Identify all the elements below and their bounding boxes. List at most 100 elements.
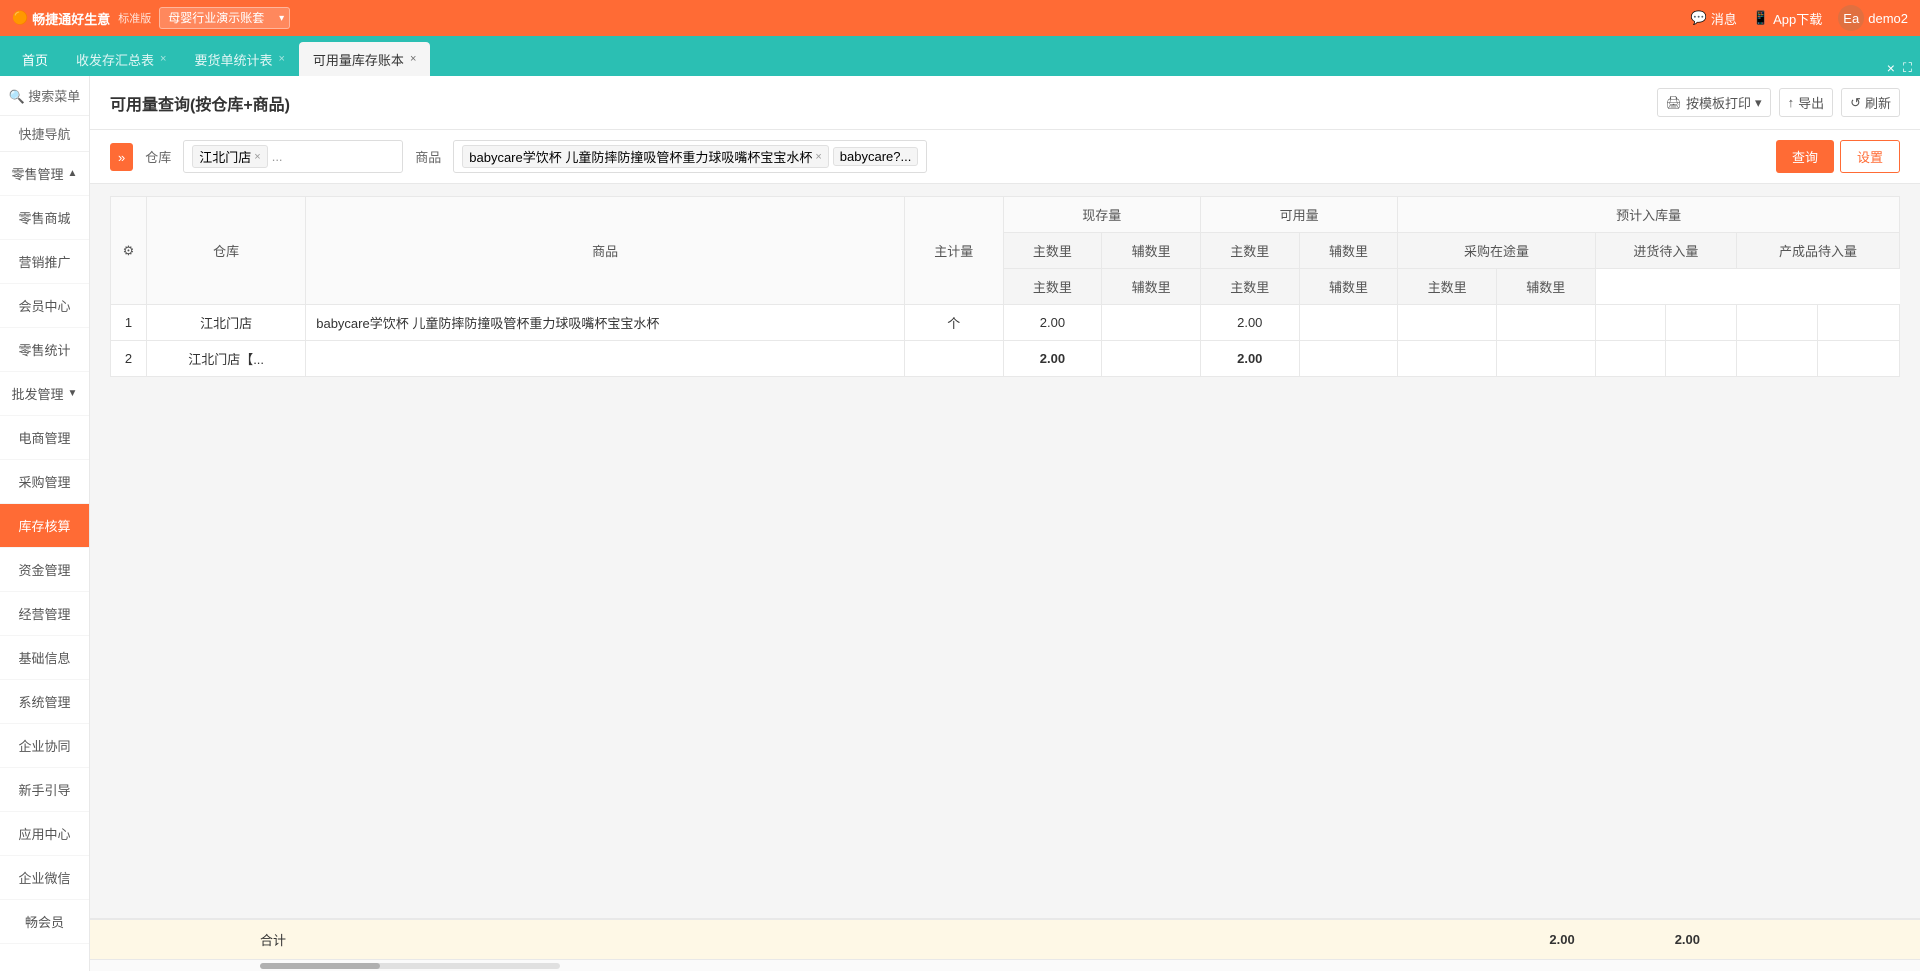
refresh-button[interactable]: ↺ 刷新 xyxy=(1841,88,1900,117)
filter-row: 仓库 江北门店 × ... 商品 babycare学饮杯 儿童防摔防撞吸管杯重力… xyxy=(145,140,1764,173)
close-tab-shoufacun[interactable]: × xyxy=(160,53,166,65)
avatar-initials: Ea xyxy=(1843,11,1859,26)
sidebar-item-basic[interactable]: 基础信息 xyxy=(0,636,89,680)
row2-pur-transit-main xyxy=(1398,341,1497,377)
export-button[interactable]: ↑ 导出 xyxy=(1779,88,1834,117)
sidebar-item-inventory-label: 库存核算 xyxy=(18,516,70,535)
export-label: 导出 xyxy=(1798,93,1824,112)
row1-prod-pend-aux xyxy=(1818,305,1900,341)
filter-actions: 查询 设置 xyxy=(1776,140,1900,173)
sidebar-item-finance-label: 资金管理 xyxy=(18,560,70,579)
warehouse-tag-value: 江北门店 xyxy=(199,147,251,166)
download-btn[interactable]: 📱 App下载 xyxy=(1753,9,1822,28)
sidebar-item-inventory[interactable]: 库存核算 xyxy=(0,504,89,548)
tab-shoufacun-label: 收发存汇总表 xyxy=(76,50,154,69)
sidebar-search-label: 搜索菜单 xyxy=(28,89,80,104)
row2-pur-pend-aux xyxy=(1666,341,1737,377)
row2-prod-pend-main xyxy=(1737,341,1818,377)
warehouse-more-dots[interactable]: ... xyxy=(272,149,283,164)
warehouse-tag-remove[interactable]: × xyxy=(254,151,260,163)
chevron-down-icon: ▲ xyxy=(68,168,78,179)
tab-home[interactable]: 首页 xyxy=(8,42,62,76)
filter-expand-button[interactable]: » xyxy=(110,143,133,171)
sidebar-item-basic-label: 基础信息 xyxy=(18,648,70,667)
sidebar-item-member-label: 会员中心 xyxy=(18,296,70,315)
col-pur-pend-aux-header: 辅数里 xyxy=(1299,269,1398,305)
user-profile[interactable]: Ea demo2 xyxy=(1838,5,1908,31)
data-table: ⚙ 仓库 商品 主计量 现存量 xyxy=(110,196,1900,377)
row2-stock-aux xyxy=(1102,341,1201,377)
sidebar-item-collab[interactable]: 企业协同 xyxy=(0,724,89,768)
export-icon: ↑ xyxy=(1788,95,1795,110)
sidebar-quick-nav[interactable]: 快捷导航 xyxy=(0,116,89,152)
sidebar-item-member[interactable]: 会员中心 xyxy=(0,284,89,328)
query-label: 查询 xyxy=(1792,150,1818,165)
sidebar-item-zero-stats[interactable]: 零售统计 xyxy=(0,328,89,372)
tab-keyongliang[interactable]: 可用量库存账本 × xyxy=(299,42,430,76)
row2-avail-aux xyxy=(1299,341,1398,377)
sidebar-item-operations[interactable]: 经营管理 xyxy=(0,592,89,636)
close-all-icon[interactable]: × xyxy=(1887,60,1895,76)
scroll-track[interactable] xyxy=(260,963,560,969)
col-forecast-header: 预计入库量 xyxy=(1398,197,1900,233)
sidebar-item-ecommerce-label: 电商管理 xyxy=(18,428,70,447)
sidebar-item-system-label: 系统管理 xyxy=(18,692,70,711)
sidebar-search[interactable]: 🔍 搜索菜单 xyxy=(0,76,89,116)
col-prod-pend-aux-header: 辅数里 xyxy=(1496,269,1595,305)
sidebar-quicknav-label: 快捷导航 xyxy=(18,127,70,142)
warehouse-filter-label: 仓库 xyxy=(145,147,171,166)
row1-product: babycare学饮杯 儿童防摔防撞吸管杯重力球吸嘴杯宝宝水杯 xyxy=(306,305,905,341)
col-settings-header[interactable]: ⚙ xyxy=(111,197,147,305)
row2-stock-main: 2.00 xyxy=(1003,341,1102,377)
message-btn[interactable]: 💬 消息 xyxy=(1691,9,1737,28)
sidebar-item-vip[interactable]: 畅会员 xyxy=(0,900,89,944)
sidebar-item-zero-retail[interactable]: 零售管理 ▲ xyxy=(0,152,89,196)
sidebar-item-wholesale[interactable]: 批发管理 ▼ xyxy=(0,372,89,416)
sidebar-item-guide[interactable]: 新手引导 xyxy=(0,768,89,812)
sidebar-item-ecommerce[interactable]: 电商管理 xyxy=(0,416,89,460)
sidebar-item-system[interactable]: 系统管理 xyxy=(0,680,89,724)
row2-unit xyxy=(904,341,1003,377)
row2-warehouse: 江北门店【... xyxy=(147,341,306,377)
sidebar-item-wechat-label: 企业微信 xyxy=(18,868,70,887)
account-selector[interactable]: 母婴行业演示账套 xyxy=(159,7,290,29)
nav-tabs: 首页 收发存汇总表 × 要货单统计表 × 可用量库存账本 × × ⛶ xyxy=(0,36,1920,76)
settings-label: 设置 xyxy=(1857,150,1883,165)
product-tag-1-remove[interactable]: × xyxy=(815,151,821,163)
tab-shoufacun[interactable]: 收发存汇总表 × xyxy=(62,42,180,76)
scroll-thumb[interactable] xyxy=(260,963,380,969)
download-label: App下载 xyxy=(1773,9,1822,28)
row1-avail-aux xyxy=(1299,305,1398,341)
row1-stock-main: 2.00 xyxy=(1003,305,1102,341)
sidebar-item-zero-mall[interactable]: 零售商城 xyxy=(0,196,89,240)
sidebar-item-zero-stats-label: 零售统计 xyxy=(18,340,70,359)
row2-prod-pend-aux xyxy=(1818,341,1900,377)
top-bar-right: 💬 消息 📱 App下载 Ea demo2 xyxy=(1691,5,1908,31)
avatar: Ea xyxy=(1838,5,1864,31)
col-prod-pend-main-header: 主数里 xyxy=(1398,269,1497,305)
row1-no: 1 xyxy=(111,305,147,341)
fullscreen-icon[interactable]: ⛶ xyxy=(1903,60,1912,76)
sidebar-item-appstore[interactable]: 应用中心 xyxy=(0,812,89,856)
product-input[interactable]: babycare学饮杯 儿童防摔防撞吸管杯重力球吸嘴杯宝宝水杯 × babyca… xyxy=(453,140,927,173)
sidebar-item-marketing[interactable]: 营销推广 xyxy=(0,240,89,284)
row1-warehouse: 江北门店 xyxy=(147,305,306,341)
chevron-down-icon-3: ▾ xyxy=(1755,95,1762,111)
close-tab-keyongliang[interactable]: × xyxy=(410,53,416,65)
page-content: 可用量查询(按仓库+商品) 🖨 按模板打印 ▾ ↑ 导出 ↺ 刷新 xyxy=(90,76,1920,971)
col-pur-transit-main-header: 主数里 xyxy=(1003,269,1102,305)
template-print-button[interactable]: 🖨 按模板打印 ▾ xyxy=(1657,88,1771,117)
sidebar-item-operations-label: 经营管理 xyxy=(18,604,70,623)
settings-button[interactable]: 设置 xyxy=(1840,140,1900,173)
tab-yaohuodan[interactable]: 要货单统计表 × xyxy=(180,42,298,76)
query-button[interactable]: 查询 xyxy=(1776,140,1834,173)
sidebar-item-wechat[interactable]: 企业微信 xyxy=(0,856,89,900)
sidebar-item-purchase[interactable]: 采购管理 xyxy=(0,460,89,504)
logo-icon: 🟠 xyxy=(12,10,28,26)
close-tab-yaohuodan[interactable]: × xyxy=(278,53,284,65)
sidebar-item-finance[interactable]: 资金管理 xyxy=(0,548,89,592)
nav-tabs-right: × ⛶ xyxy=(1887,60,1912,76)
account-selector-wrap[interactable]: 母婴行业演示账套 xyxy=(159,7,290,29)
col-pur-pend-header: 进货待入量 xyxy=(1595,233,1736,269)
warehouse-input[interactable]: 江北门店 × ... xyxy=(183,140,403,173)
